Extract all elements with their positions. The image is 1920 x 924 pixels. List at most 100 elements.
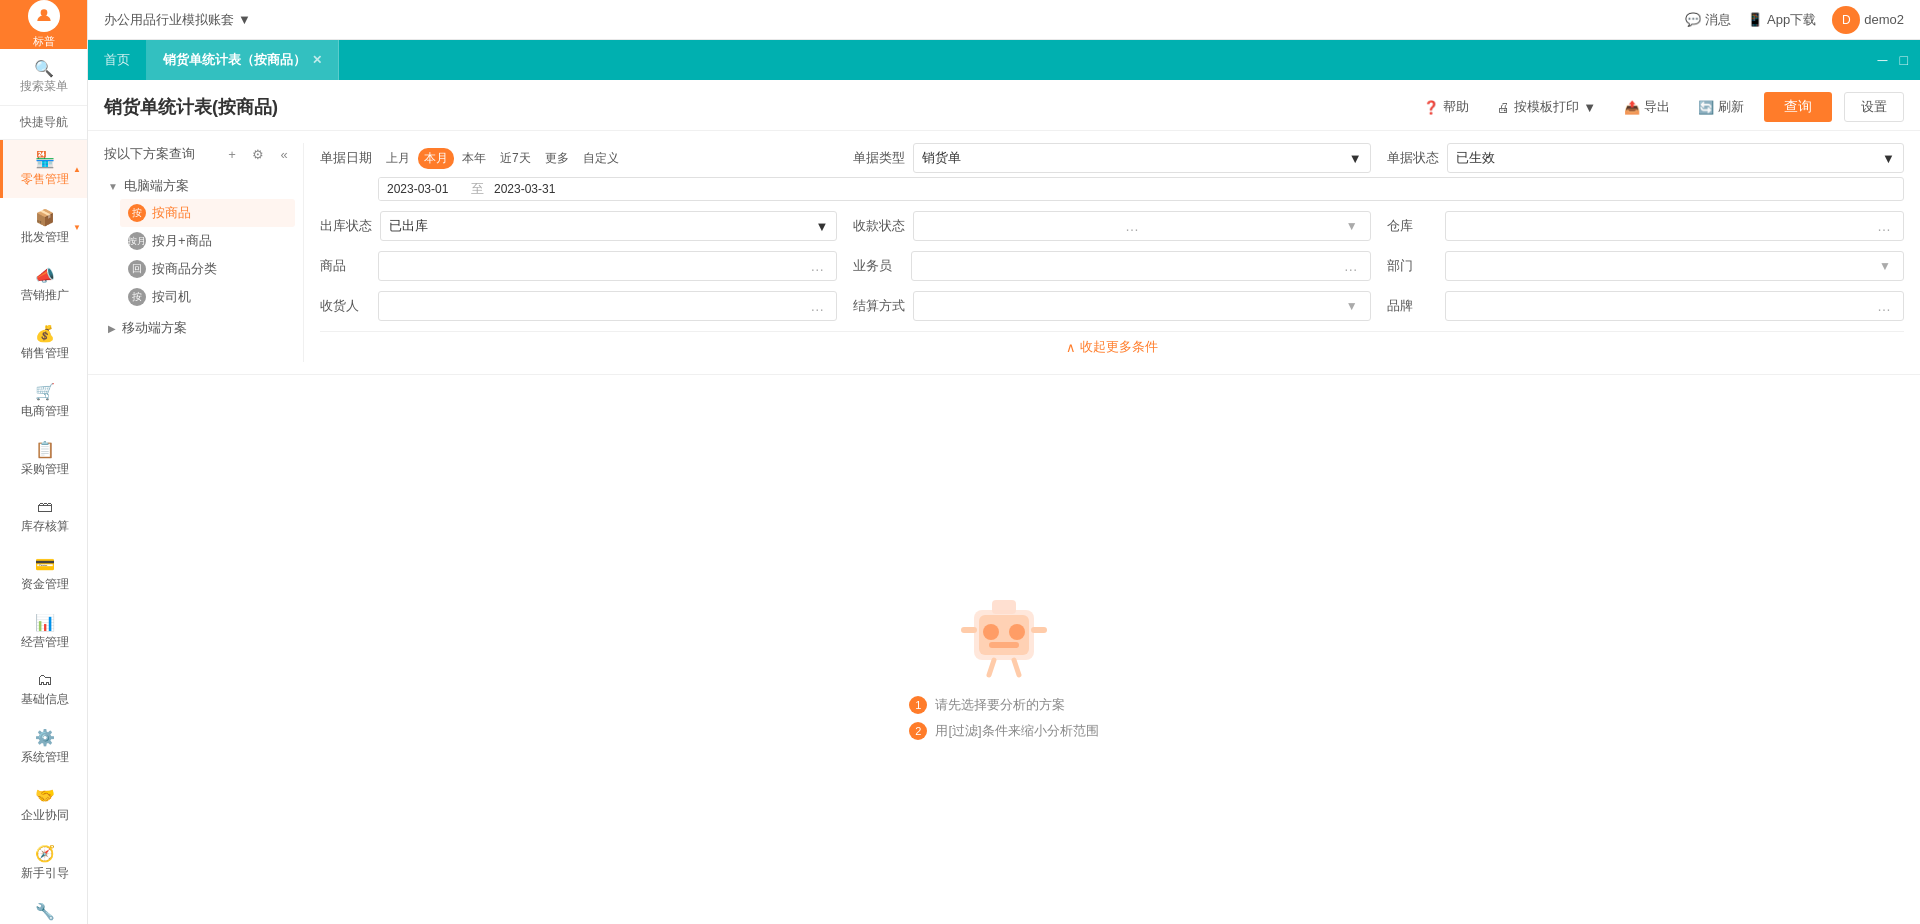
date-to-input[interactable]: [486, 178, 576, 200]
setting-btn[interactable]: 设置: [1844, 92, 1904, 122]
filter-doc-status: 单据状态 已生效 ▼: [1387, 143, 1904, 173]
receiver-dots[interactable]: …: [806, 296, 828, 316]
tree-item-by-product[interactable]: 按 按商品: [120, 199, 295, 227]
wholesale-icon: 📦: [35, 208, 55, 227]
tip-num-1: 1: [909, 696, 927, 714]
salesperson-label: 业务员: [853, 257, 903, 275]
tree-item-by-category[interactable]: 回 按商品分类: [120, 255, 295, 283]
stock-out-select[interactable]: 已出库 ▼: [380, 211, 837, 241]
pc-section-label: 电脑端方案: [124, 177, 189, 195]
help-btn[interactable]: ❓ 帮助: [1415, 94, 1477, 120]
doc-type-value: 销货单: [922, 149, 961, 167]
add-btn-icon: +: [228, 147, 236, 162]
tab-home[interactable]: 首页: [88, 40, 147, 80]
brand-select[interactable]: …: [1445, 291, 1904, 321]
payment-dots[interactable]: …: [1121, 216, 1143, 236]
salesperson-select[interactable]: …: [911, 251, 1370, 281]
salesperson-dots[interactable]: …: [1340, 256, 1362, 276]
brand-dots[interactable]: …: [1873, 296, 1895, 316]
tab-sales-stats[interactable]: 销货单统计表（按商品） ✕: [147, 40, 339, 80]
date-filter: 上月 本月 本年 近7天 更多 自定义: [380, 148, 625, 169]
tree-item-by-cashier[interactable]: 按 按司机: [120, 283, 295, 311]
sidebar-item-guide[interactable]: 🧭 新手引导: [0, 834, 87, 892]
panel-collapse-btn[interactable]: «: [273, 143, 295, 165]
collapse-btn[interactable]: ∧ 收起更多条件: [320, 331, 1904, 362]
tree-parent-mobile[interactable]: ▶ 移动端方案: [104, 315, 295, 341]
sidebar-item-purchase[interactable]: 📋 采购管理: [0, 430, 87, 488]
date-from-input[interactable]: [379, 178, 469, 200]
logo-text: 标普: [33, 34, 55, 49]
help-icon: ❓: [1423, 100, 1439, 115]
department-select[interactable]: ▼: [1445, 251, 1904, 281]
refresh-btn[interactable]: 🔄 刷新: [1690, 94, 1752, 120]
quick-nav[interactable]: 快捷导航: [0, 106, 87, 140]
purchase-icon: 📋: [35, 440, 55, 459]
right-filter: 单据日期 上月 本月 本年 近7天 更多 自定义: [304, 143, 1904, 362]
operations-label: 经营管理: [21, 634, 69, 651]
sidebar-item-operations[interactable]: 📊 经营管理: [0, 603, 87, 661]
sidebar-item-ecommerce[interactable]: 🛒 电商管理: [0, 372, 87, 430]
panel-add-btn[interactable]: +: [221, 143, 243, 165]
header-right: 💬 消息 📱 App下载 D demo2: [1685, 6, 1904, 34]
sidebar-item-base[interactable]: 🗂 基础信息: [0, 661, 87, 718]
mobile-section-label: 移动端方案: [122, 319, 187, 337]
date-btn-thisyear[interactable]: 本年: [456, 148, 492, 169]
payment-method-select[interactable]: ▼: [913, 291, 1370, 321]
collapse-chevron-icon: ∧: [1066, 340, 1076, 355]
stock-out-label: 出库状态: [320, 217, 372, 235]
filter-salesperson: 业务员 …: [853, 251, 1370, 281]
sidebar-item-inventory[interactable]: 🗃 库存核算: [0, 488, 87, 545]
sidebar-item-wholesale[interactable]: 📦 批发管理: [0, 198, 87, 256]
app-logo[interactable]: 标普: [0, 0, 87, 49]
doc-type-chevron: ▼: [1349, 151, 1362, 166]
doc-status-select[interactable]: 已生效 ▼: [1447, 143, 1904, 173]
date-btn-more[interactable]: 更多: [539, 148, 575, 169]
warehouse-select[interactable]: …: [1445, 211, 1904, 241]
tree-item-by-month-product[interactable]: 按月 按月+商品: [120, 227, 295, 255]
sidebar-item-enterprise[interactable]: 🤝 企业协同: [0, 776, 87, 834]
sidebar-item-system[interactable]: ⚙️ 系统管理: [0, 718, 87, 776]
doc-type-select[interactable]: 销货单 ▼: [913, 143, 1370, 173]
base-label: 基础信息: [21, 691, 69, 708]
industry-selector[interactable]: 办公用品行业模拟账套 ▼: [104, 11, 251, 29]
export-btn[interactable]: 📤 导出: [1616, 94, 1678, 120]
tree-parent-pc[interactable]: ▼ 电脑端方案: [104, 173, 295, 199]
date-btn-7days[interactable]: 近7天: [494, 148, 537, 169]
sidebar-item-sales[interactable]: 💰 销售管理: [0, 314, 87, 372]
pc-section: ▼ 电脑端方案 按 按商品 按月 按月+商品: [104, 173, 295, 311]
receiver-select[interactable]: …: [378, 291, 837, 321]
panel-title: 按以下方案查询 + ⚙ «: [104, 143, 295, 165]
tab-close-btn[interactable]: ✕: [312, 53, 322, 67]
print-dropdown-icon: ▼: [1583, 100, 1596, 115]
sidebar-search[interactable]: 🔍 帮助 搜索菜单: [0, 49, 87, 106]
print-btn[interactable]: 🖨 按模板打印 ▼: [1489, 94, 1604, 120]
sidebar-item-apps[interactable]: 🔧 应用中心: [0, 892, 87, 924]
query-btn[interactable]: 查询: [1764, 92, 1832, 122]
product-dots[interactable]: …: [806, 256, 828, 276]
empty-tips: 1 请先选择要分析的方案 2 用[过滤]条件来缩小分析范围: [909, 696, 1098, 740]
tab-maximize-btn[interactable]: □: [1896, 48, 1912, 72]
date-btn-custom[interactable]: 自定义: [577, 148, 625, 169]
warehouse-dots[interactable]: …: [1873, 216, 1895, 236]
sidebar-item-marketing[interactable]: 📣 营销推广: [0, 256, 87, 314]
ecommerce-icon: 🛒: [35, 382, 55, 401]
message-btn[interactable]: 💬 消息: [1685, 11, 1731, 29]
payment-label: 收款状态: [853, 217, 905, 235]
tab-minimize-btn[interactable]: ─: [1874, 48, 1892, 72]
doc-type-label: 单据类型: [853, 149, 905, 167]
panel-settings-btn[interactable]: ⚙: [247, 143, 269, 165]
sidebar-item-finance[interactable]: 💳 资金管理: [0, 545, 87, 603]
filter-row-4: 收货人 … 结算方式: [320, 291, 1904, 321]
purchase-label: 采购管理: [21, 461, 69, 478]
date-btn-thismonth[interactable]: 本月: [418, 148, 454, 169]
date-range-input: 至: [378, 177, 1904, 201]
receiver-control: …: [378, 291, 837, 321]
collapse-btn-icon: «: [280, 147, 287, 162]
app-download-btn[interactable]: 📱 App下载: [1747, 11, 1816, 29]
user-avatar-btn[interactable]: D demo2: [1832, 6, 1904, 34]
payment-select[interactable]: … ▼: [913, 211, 1370, 241]
product-select[interactable]: …: [378, 251, 837, 281]
sidebar-item-retail[interactable]: 🏪 零售管理: [0, 140, 87, 198]
by-product-icon: 按: [128, 204, 146, 222]
date-btn-lastmonth[interactable]: 上月: [380, 148, 416, 169]
